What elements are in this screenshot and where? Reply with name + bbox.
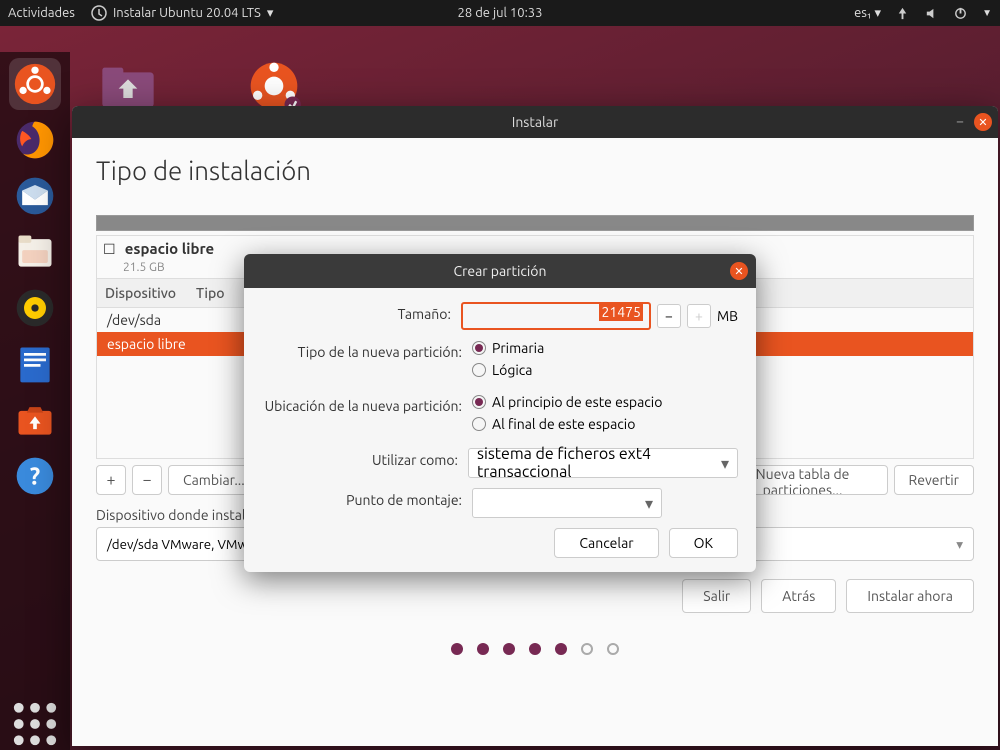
use-as-label: Utilizar como: [262,448,468,468]
window-indicator[interactable]: Instalar Ubuntu 20.04 LTS ▾ [91,5,273,21]
dock-thunderbird-icon[interactable] [9,170,61,222]
home-folder-icon[interactable] [100,62,156,110]
dock-software-icon[interactable] [9,394,61,446]
size-decrease-button[interactable]: − [657,304,681,328]
volume-icon[interactable] [924,6,939,21]
modal-close-button[interactable]: ✕ [730,262,748,280]
size-increase-button[interactable]: + [687,304,711,328]
window-titlebar: Instalar − ✕ [72,106,998,138]
radio-logical[interactable]: Lógica [472,362,738,378]
svg-text:?: ? [30,462,40,489]
ok-button[interactable]: OK [669,528,738,558]
close-button[interactable]: ✕ [974,113,992,131]
activities-button[interactable]: Actividades [8,6,75,20]
col-type[interactable]: Tipo [196,285,225,301]
remove-partition-button[interactable]: − [132,465,162,495]
type-label: Tipo de la nueva partición: [262,340,472,360]
radio-beginning[interactable]: Al principio de este espacio [472,394,738,410]
clock[interactable]: 28 de jul 10:33 [458,6,543,20]
minimize-button[interactable]: − [956,113,964,131]
use-as-select[interactable]: sistema de ficheros ext4 transaccional [468,448,738,478]
dock-help-icon[interactable]: ? [9,450,61,502]
revert-button[interactable]: Revertir [894,465,974,495]
cancel-button[interactable]: Cancelar [554,528,658,558]
keyboard-layout[interactable]: es₁ ▾ [854,6,881,21]
free-space-checkbox[interactable]: ☐ [103,241,116,257]
network-icon[interactable] [895,6,910,21]
dock-show-apps-icon[interactable] [9,698,61,750]
dock-rhythmbox-icon[interactable] [9,282,61,334]
installer-shortcut-icon[interactable] [246,62,302,110]
dock-writer-icon[interactable] [9,338,61,390]
col-device[interactable]: Dispositivo [105,285,176,301]
mount-label: Punto de montaje: [262,488,472,508]
dock: ? [0,52,70,750]
modal-title: Crear partición [453,263,546,279]
mount-select[interactable] [472,488,662,518]
quit-button[interactable]: Salir [682,579,751,613]
progress-dots [96,643,974,655]
partition-bar[interactable] [96,215,974,231]
radio-end[interactable]: Al final de este espacio [472,416,738,432]
page-heading: Tipo de instalación [96,156,974,185]
window-title: Instalar [512,114,559,130]
back-button[interactable]: Atrás [761,579,836,613]
dock-firefox-icon[interactable] [9,114,61,166]
radio-primary[interactable]: Primaria [472,340,738,356]
size-label: Tamaño: [262,302,461,322]
dock-ubuntu-icon[interactable] [9,58,61,110]
create-partition-dialog: Crear partición ✕ Tamaño: 21475 − + MB T… [244,254,756,572]
size-unit: MB [717,308,738,324]
install-button[interactable]: Instalar ahora [846,579,974,613]
dock-files-icon[interactable] [9,226,61,278]
location-label: Ubicación de la nueva partición: [262,394,472,414]
system-menu-chevron[interactable]: ▼ [982,7,992,19]
size-input[interactable]: 21475 [461,302,651,330]
add-partition-button[interactable]: + [96,465,126,495]
power-icon[interactable] [953,6,968,21]
